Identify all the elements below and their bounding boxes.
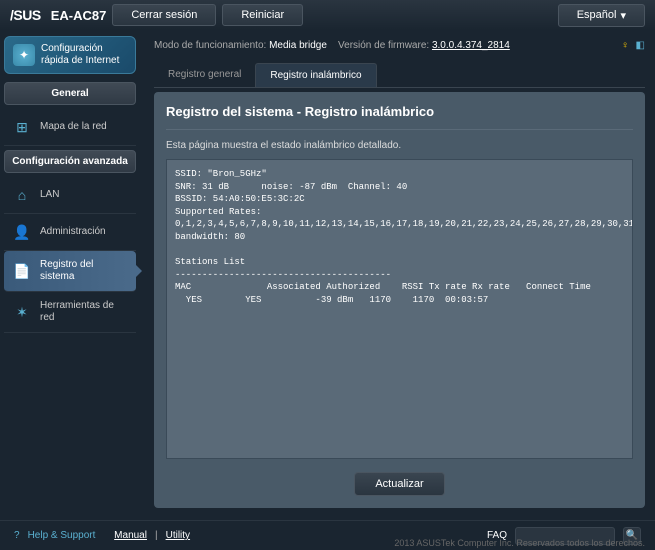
mode-label: Modo de funcionamiento: xyxy=(154,40,266,51)
update-button[interactable]: Actualizar xyxy=(354,472,444,496)
reboot-button[interactable]: Reiniciar xyxy=(222,4,303,26)
help-icon: ? xyxy=(14,530,20,541)
language-selector[interactable]: Español ▾ xyxy=(558,4,645,27)
tools-icon: ✶ xyxy=(12,302,32,322)
wrench-icon: ✦ xyxy=(13,44,35,66)
language-label: Español xyxy=(577,9,617,21)
qis-button[interactable]: ✦ Configuración rápida de Internet xyxy=(4,36,136,74)
home-icon: ⌂ xyxy=(12,185,32,205)
sidebar-item-admin[interactable]: 👤 Administración xyxy=(4,214,136,251)
manual-link[interactable]: Manual xyxy=(114,530,147,541)
sidebar-item-lan[interactable]: ⌂ LAN xyxy=(4,177,136,214)
sidebar-item-network-tools[interactable]: ✶ Herramientas de red xyxy=(4,292,136,333)
tab-wireless-log[interactable]: Registro inalámbrico xyxy=(255,63,376,87)
section-advanced: Configuración avanzada xyxy=(4,150,136,173)
help-support-link[interactable]: Help & Support xyxy=(28,530,96,541)
wireless-log-textarea[interactable] xyxy=(166,159,633,459)
panel-title: Registro del sistema - Registro inalámbr… xyxy=(166,104,633,130)
chevron-down-icon: ▾ xyxy=(620,9,626,22)
network-map-label: Mapa de la red xyxy=(40,121,107,133)
brand-logo: /SUS xyxy=(10,7,41,23)
document-icon: 📄 xyxy=(12,261,32,281)
panel: Registro del sistema - Registro inalámbr… xyxy=(154,92,645,508)
header-bar: /SUS EA-AC87 Cerrar sesión Reiniciar Esp… xyxy=(0,0,655,30)
tab-bar: Registro general Registro inalámbrico xyxy=(154,63,645,88)
nettools-label: Herramientas de red xyxy=(40,300,128,324)
admin-label: Administración xyxy=(40,226,106,238)
sidebar-item-network-map[interactable]: ⊞ Mapa de la red xyxy=(4,109,136,146)
sidebar: ✦ Configuración rápida de Internet Gener… xyxy=(0,30,140,520)
logout-button[interactable]: Cerrar sesión xyxy=(112,4,216,26)
user-icon: 👤 xyxy=(12,222,32,242)
mode-value: Media bridge xyxy=(269,40,327,51)
top-info-bar: ♀ ◧ Modo de funcionamiento: Media bridge… xyxy=(154,36,645,55)
bulb-icon[interactable]: ♀ xyxy=(621,40,629,51)
sidebar-item-system-log[interactable]: 📄 Registro del sistema xyxy=(4,251,136,292)
tab-general-log[interactable]: Registro general xyxy=(154,63,255,87)
syslog-label: Registro del sistema xyxy=(40,259,128,283)
copyright-text: 2013 ASUSTek Computer Inc. Reservados to… xyxy=(394,538,645,548)
utility-link[interactable]: Utility xyxy=(166,530,190,541)
qis-label: Configuración rápida de Internet xyxy=(41,43,127,67)
separator: | xyxy=(155,530,158,541)
section-general: General xyxy=(4,82,136,105)
network-icon: ⊞ xyxy=(12,117,32,137)
model-label: EA-AC87 xyxy=(51,8,107,23)
main-content: ♀ ◧ Modo de funcionamiento: Media bridge… xyxy=(140,30,655,520)
status-icon[interactable]: ◧ xyxy=(636,40,645,51)
fw-label: Versión de firmware: xyxy=(338,40,429,51)
firmware-link[interactable]: 3.0.0.4.374_2814 xyxy=(432,40,510,51)
panel-description: Esta página muestra el estado inalámbric… xyxy=(166,140,633,151)
lan-label: LAN xyxy=(40,189,59,201)
